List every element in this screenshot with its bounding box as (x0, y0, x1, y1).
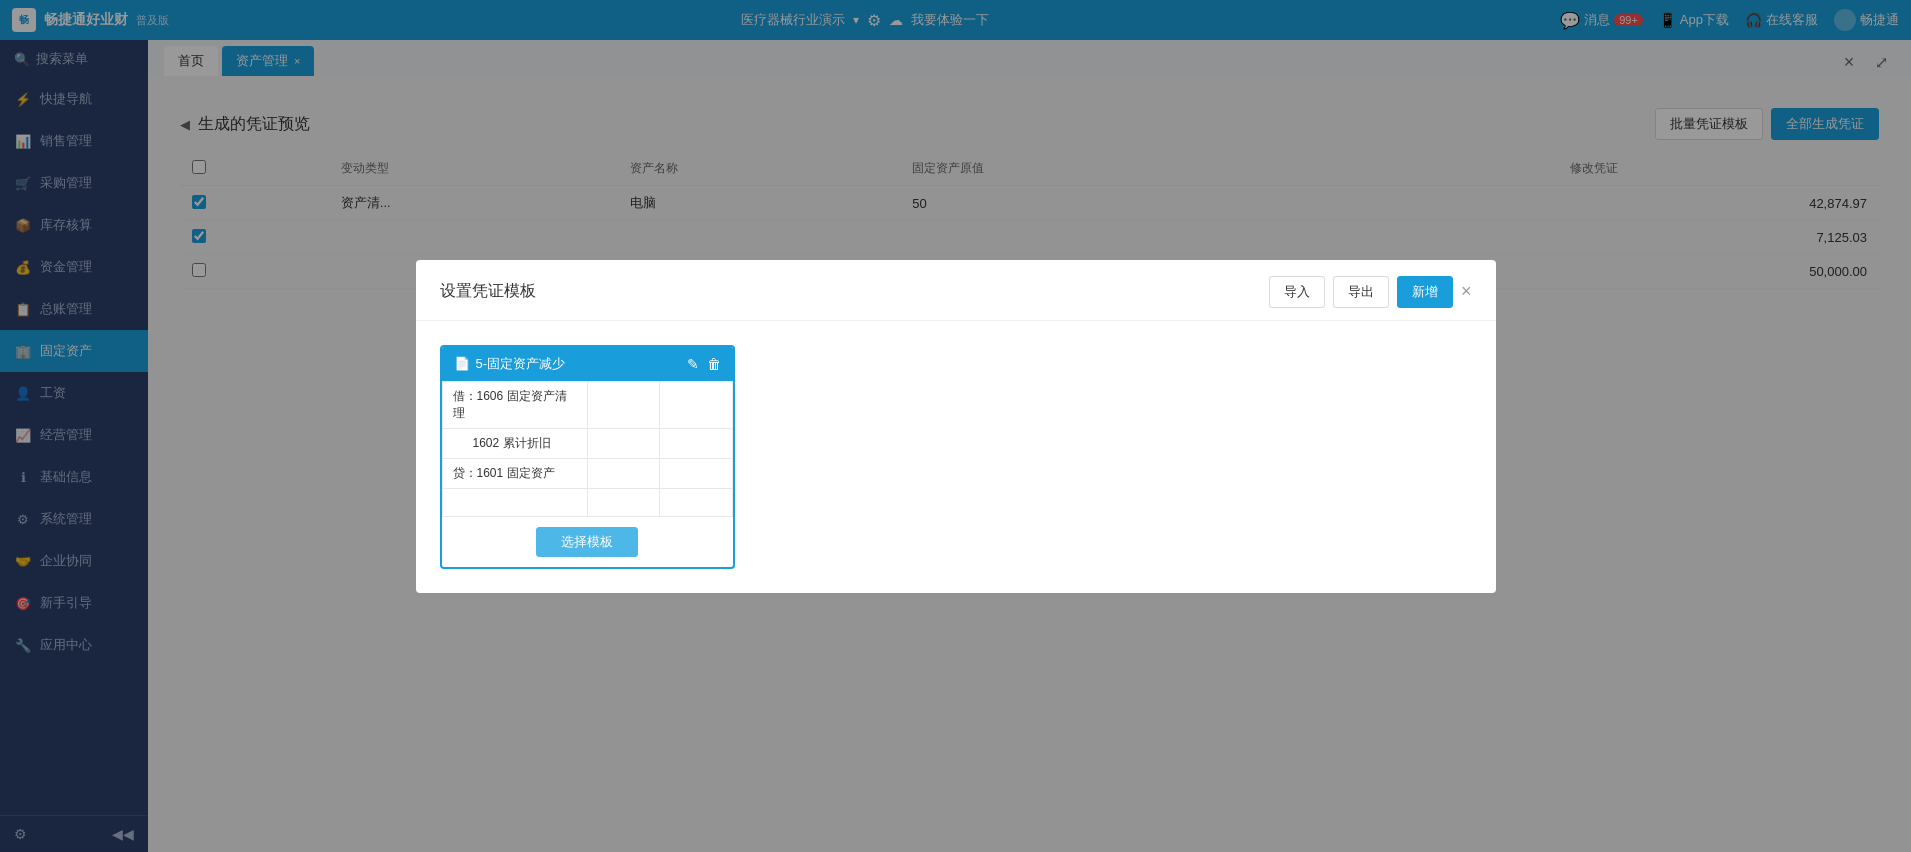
modal-header: 设置凭证模板 导入 导出 新增 × (416, 260, 1496, 321)
modal-header-actions: 导入 导出 新增 (1269, 276, 1453, 308)
template-card-header: 📄 5-固定资产减少 ✎ 🗑 (442, 347, 733, 381)
template-header-name: 5-固定资产减少 (476, 355, 566, 373)
template-row-3: 贷：1601 固定资产 (442, 458, 732, 488)
entry1-type-code-name: 借：1606 固定资产清理 (442, 381, 587, 428)
entry2-col3 (660, 428, 733, 458)
new-btn[interactable]: 新增 (1397, 276, 1453, 308)
template-doc-icon: 📄 (454, 356, 470, 371)
modal-overlay: 设置凭证模板 导入 导出 新增 × 📄 5-固定资产减少 (0, 0, 1911, 852)
entry3-type-code-name: 贷：1601 固定资产 (442, 458, 587, 488)
export-btn[interactable]: 导出 (1333, 276, 1389, 308)
modal-title: 设置凭证模板 (440, 281, 536, 302)
modal-close-btn[interactable]: × (1461, 281, 1472, 302)
template-row-2: 1602 累计折旧 (442, 428, 732, 458)
template-card: 📄 5-固定资产减少 ✎ 🗑 借：1606 固定资产清理 (440, 345, 735, 569)
template-row-4 (442, 488, 732, 516)
modal-header-right: 导入 导出 新增 × (1269, 276, 1472, 308)
template-card-footer: 选择模板 (442, 517, 733, 567)
entry3-col3 (660, 458, 733, 488)
entry3-col2 (587, 458, 660, 488)
entry4-col1 (442, 488, 587, 516)
import-btn[interactable]: 导入 (1269, 276, 1325, 308)
modal: 设置凭证模板 导入 导出 新增 × 📄 5-固定资产减少 (416, 260, 1496, 593)
entry1-col3 (660, 381, 733, 428)
template-card-header-right: ✎ 🗑 (687, 356, 721, 372)
modal-body: 📄 5-固定资产减少 ✎ 🗑 借：1606 固定资产清理 (416, 321, 1496, 593)
entry4-col3 (660, 488, 733, 516)
template-row-1: 借：1606 固定资产清理 (442, 381, 732, 428)
select-template-btn[interactable]: 选择模板 (536, 527, 638, 557)
template-delete-icon[interactable]: 🗑 (707, 356, 721, 372)
template-edit-icon[interactable]: ✎ (687, 356, 699, 372)
template-table: 借：1606 固定资产清理 1602 累计折旧 (442, 381, 733, 517)
entry1-col2 (587, 381, 660, 428)
entry2-type-code-name: 1602 累计折旧 (442, 428, 587, 458)
template-card-header-left: 📄 5-固定资产减少 (454, 355, 566, 373)
entry4-col2 (587, 488, 660, 516)
entry2-col2 (587, 428, 660, 458)
template-card-body: 借：1606 固定资产清理 1602 累计折旧 (442, 381, 733, 517)
template-grid: 📄 5-固定资产减少 ✎ 🗑 借：1606 固定资产清理 (440, 345, 1472, 569)
